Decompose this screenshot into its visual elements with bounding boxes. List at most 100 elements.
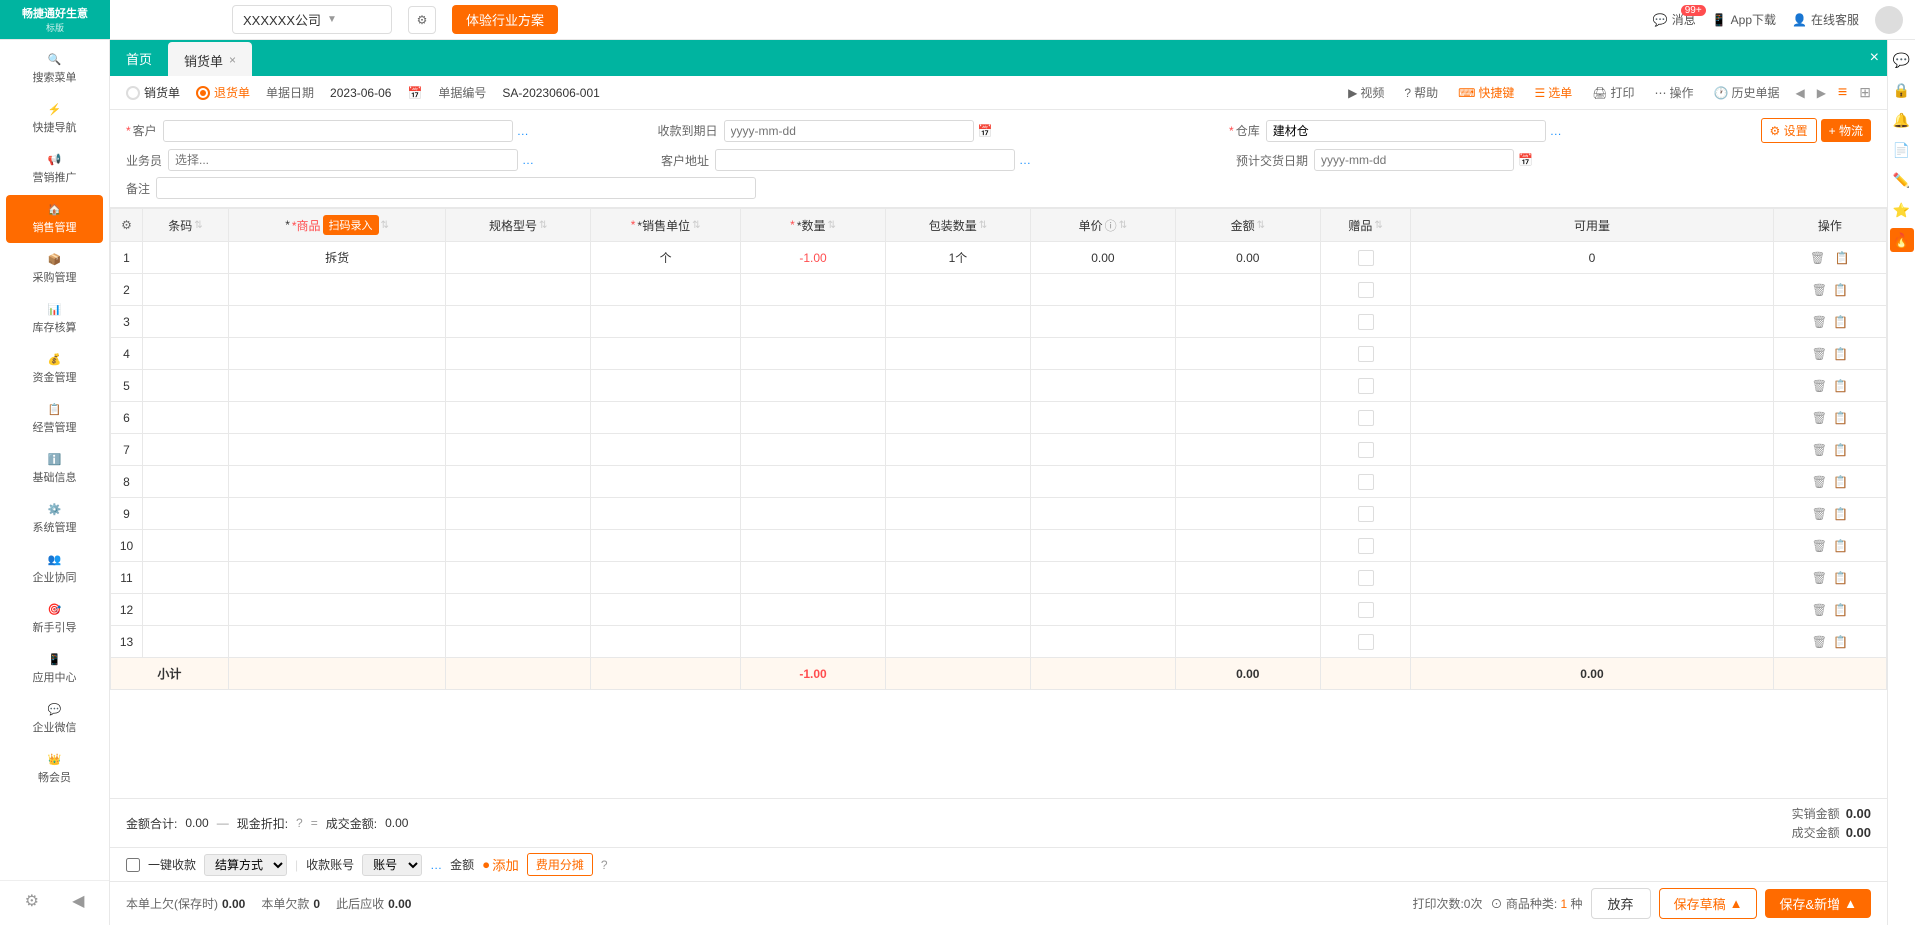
salesperson-input[interactable] — [168, 149, 518, 171]
sidebar-item-operations[interactable]: 📋 经营管理 — [6, 395, 103, 443]
copy-btn-3[interactable]: 📋 — [1833, 315, 1848, 329]
sidebar-item-system[interactable]: ⚙️ 系统管理 — [6, 495, 103, 543]
calc-method-select[interactable]: 结算方式 — [204, 854, 287, 876]
radio-return[interactable]: 退货单 — [196, 84, 250, 101]
note-input[interactable] — [156, 177, 756, 199]
print-btn[interactable]: 🖨 打印 — [1588, 82, 1638, 103]
delete-btn-11[interactable]: 🗑 — [1812, 571, 1827, 585]
nav-prev-btn[interactable]: ◀ — [1795, 86, 1804, 100]
video-btn[interactable]: ▶ 视频 — [1344, 82, 1388, 103]
right-panel-btn-4[interactable]: 📄 — [1890, 138, 1914, 162]
tab-sales[interactable]: 销货单 × — [168, 42, 252, 78]
copy-btn-11[interactable]: 📋 — [1833, 571, 1848, 585]
account-select[interactable]: 账号 — [362, 854, 422, 876]
delete-btn-5[interactable]: 🗑 — [1812, 379, 1827, 393]
expense-split-btn[interactable]: 费用分摊 — [527, 853, 593, 876]
right-panel-btn-2[interactable]: 🔒 — [1890, 78, 1914, 102]
right-panel-btn-7[interactable]: 🔥 — [1890, 228, 1914, 252]
right-panel-btn-1[interactable]: 💬 — [1890, 48, 1914, 72]
sidebar-item-basics[interactable]: ℹ️ 基础信息 — [6, 445, 103, 493]
customer-more-btn[interactable]: … — [517, 124, 529, 138]
delete-btn-8[interactable]: 🗑 — [1812, 475, 1827, 489]
delete-btn-12[interactable]: 🗑 — [1812, 603, 1827, 617]
pkg-qty-cell-1[interactable]: 1个 — [885, 242, 1030, 274]
sidebar-item-inventory[interactable]: 📊 库存核算 — [6, 295, 103, 343]
copy-btn-1[interactable]: 📋 — [1835, 251, 1850, 265]
delete-btn-1[interactable]: 🗑 — [1810, 251, 1825, 265]
help-discount-icon[interactable]: ? — [296, 816, 303, 830]
copy-btn-9[interactable]: 📋 — [1833, 507, 1848, 521]
warehouse-more-btn[interactable]: … — [1550, 124, 1562, 138]
sidebar-settings-btn[interactable]: ⚙ — [25, 891, 39, 911]
scan-input-btn[interactable]: 扫码录入 — [323, 215, 379, 235]
nav-next-btn[interactable]: ▶ — [1817, 86, 1826, 100]
trial-btn[interactable]: 体验行业方案 — [452, 5, 558, 34]
sidebar-item-member[interactable]: 👑 畅会员 — [6, 745, 103, 793]
help-btn[interactable]: ? 帮助 — [1400, 82, 1442, 103]
barcode-cell-1[interactable] — [143, 242, 229, 274]
sidebar-item-sales[interactable]: 🏠 销售管理 — [6, 195, 103, 243]
delete-btn-3[interactable]: 🗑 — [1812, 315, 1827, 329]
payment-due-cal-icon[interactable]: 📅 — [978, 124, 993, 138]
account-more-btn[interactable]: … — [430, 858, 442, 872]
customer-input[interactable] — [163, 120, 513, 142]
sidebar-item-guide[interactable]: 🎯 新手引导 — [6, 595, 103, 643]
customer-addr-more-btn[interactable]: … — [1019, 153, 1031, 167]
sidebar-item-apps[interactable]: 📱 应用中心 — [6, 645, 103, 693]
company-selector[interactable]: XXXXXX公司 ▼ — [232, 5, 392, 34]
price-cell-1[interactable]: 0.00 — [1030, 242, 1175, 274]
settings-action-btn[interactable]: ⚙ 设置 — [1761, 118, 1817, 143]
customer-addr-input[interactable] — [715, 149, 1015, 171]
settings-gear-btn[interactable]: ⚙ — [408, 6, 436, 34]
abandon-btn[interactable]: 放弃 — [1591, 888, 1651, 919]
radio-sales[interactable]: 销货单 — [126, 84, 180, 101]
delete-btn-10[interactable]: 🗑 — [1812, 539, 1827, 553]
right-panel-btn-5[interactable]: ✏️ — [1890, 168, 1914, 192]
add-payment-btn[interactable]: ● 添加 — [482, 855, 519, 874]
spec-cell-1[interactable] — [446, 242, 591, 274]
one-click-payment-checkbox[interactable] — [126, 858, 140, 872]
view-grid-btn[interactable]: ⊞ — [1859, 84, 1871, 101]
right-panel-btn-6[interactable]: ⭐ — [1890, 198, 1914, 222]
service-item[interactable]: 👤 在线客服 — [1792, 11, 1859, 28]
tab-home[interactable]: 首页 — [110, 40, 168, 76]
sidebar-collapse-btn[interactable]: ◀ — [72, 891, 84, 911]
copy-btn-13[interactable]: 📋 — [1833, 635, 1848, 649]
operate-btn[interactable]: ⋯ 操作 — [1650, 82, 1697, 103]
right-panel-btn-3[interactable]: 🔔 — [1890, 108, 1914, 132]
copy-btn-12[interactable]: 📋 — [1833, 603, 1848, 617]
gift-cell-1[interactable] — [1320, 242, 1411, 274]
payment-due-input[interactable] — [724, 120, 974, 142]
help-payment-icon[interactable]: ? — [601, 858, 608, 872]
amount-cell-1[interactable]: 0.00 — [1175, 242, 1320, 274]
history-btn[interactable]: 🕐 历史单据 — [1709, 82, 1783, 103]
delete-btn-13[interactable]: 🗑 — [1812, 635, 1827, 649]
delete-btn-2[interactable]: 🗑 — [1812, 283, 1827, 297]
save-new-btn[interactable]: 保存&新增 ▲ — [1765, 889, 1871, 918]
salesperson-more-btn[interactable]: … — [522, 153, 534, 167]
message-icon-item[interactable]: 💬 消息 99+ — [1653, 11, 1696, 28]
delete-btn-9[interactable]: 🗑 — [1812, 507, 1827, 521]
col-settings-icon[interactable]: ⚙ — [121, 218, 132, 232]
sidebar-item-finance[interactable]: 💰 资金管理 — [6, 345, 103, 393]
unit-cell-1[interactable]: 个 — [591, 242, 741, 274]
tab-close-all-btn[interactable]: × — [1870, 49, 1887, 67]
calendar-icon[interactable]: 📅 — [407, 86, 422, 100]
qty-cell-1[interactable]: -1.00 — [741, 242, 886, 274]
sidebar-item-purchase[interactable]: 📦 采购管理 — [6, 245, 103, 293]
delete-btn-7[interactable]: 🗑 — [1812, 443, 1827, 457]
copy-btn-8[interactable]: 📋 — [1833, 475, 1848, 489]
logistics-action-btn[interactable]: + 物流 — [1821, 119, 1871, 142]
sidebar-item-marketing[interactable]: 📢 营销推广 — [6, 145, 103, 193]
sidebar-item-wechat[interactable]: 💬 企业微信 — [6, 695, 103, 743]
copy-btn-7[interactable]: 📋 — [1833, 443, 1848, 457]
delete-btn-6[interactable]: 🗑 — [1812, 411, 1827, 425]
save-draft-btn[interactable]: 保存草稿 ▲ — [1659, 888, 1758, 919]
copy-btn-10[interactable]: 📋 — [1833, 539, 1848, 553]
app-download-item[interactable]: 📱 App下载 — [1712, 11, 1776, 28]
sidebar-item-search[interactable]: 🔍 搜索菜单 — [6, 45, 103, 93]
warehouse-input[interactable]: 建材仓 — [1266, 120, 1546, 142]
view-list-btn[interactable]: ≡ — [1838, 84, 1847, 102]
expected-date-cal-icon[interactable]: 📅 — [1518, 153, 1533, 167]
tab-close-icon[interactable]: × — [229, 53, 236, 67]
